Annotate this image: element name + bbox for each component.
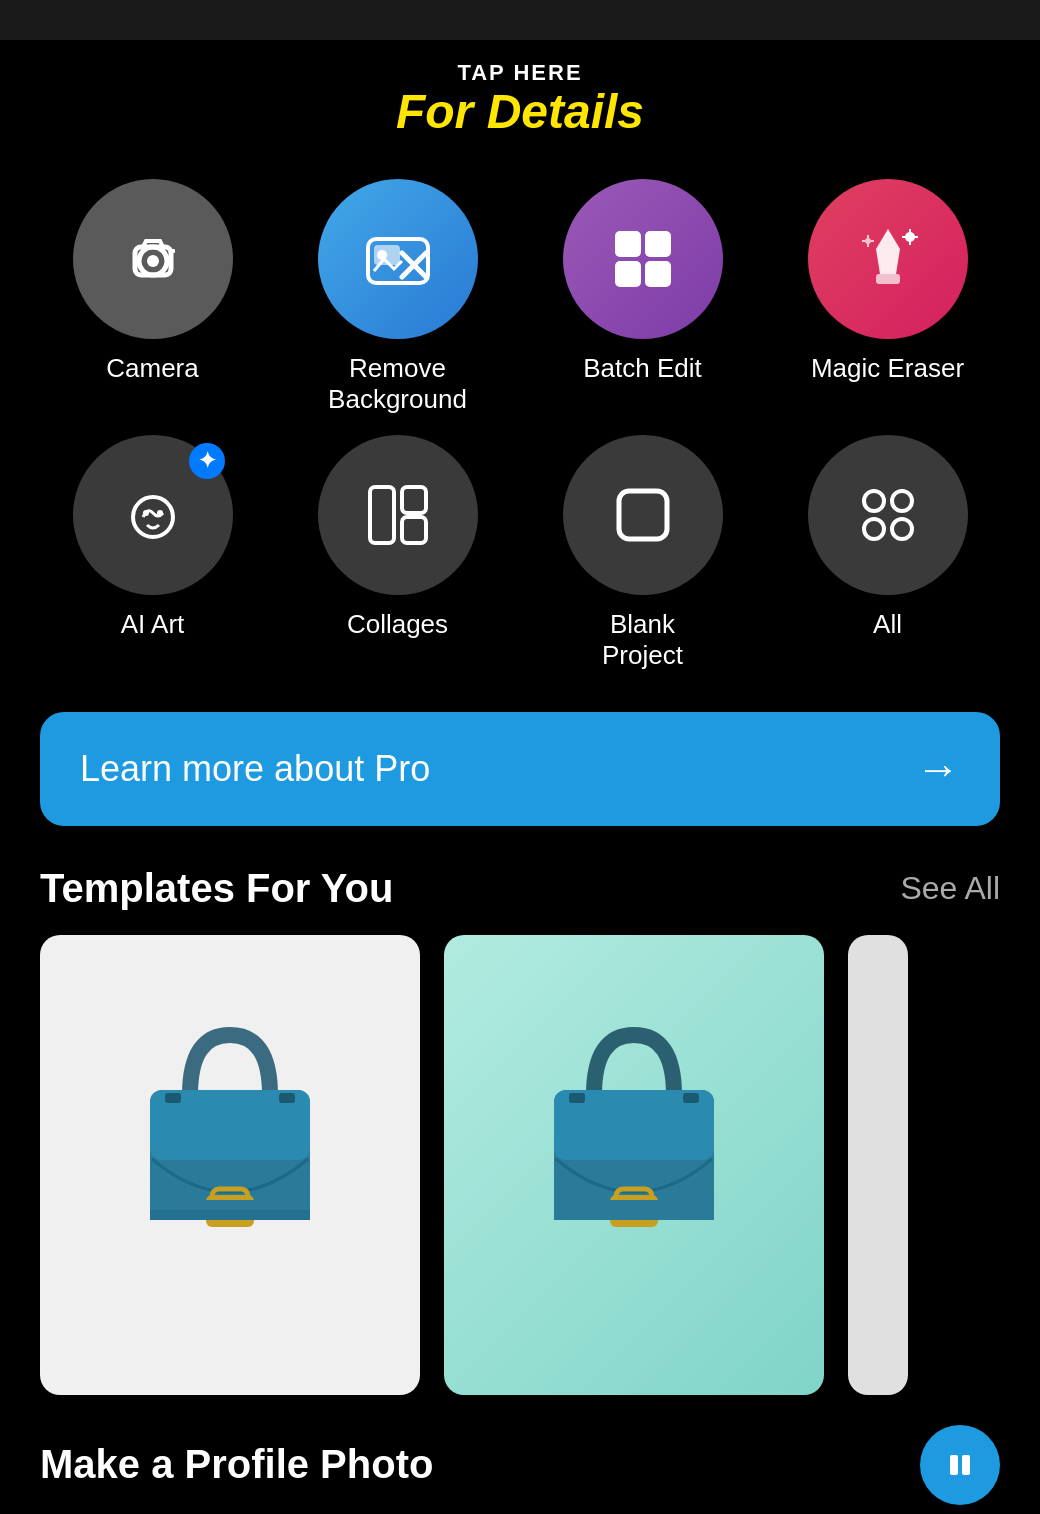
batch-edit-icon (603, 219, 683, 299)
svg-rect-47 (569, 1093, 585, 1103)
svg-rect-29 (619, 491, 667, 539)
svg-point-23 (133, 497, 173, 537)
svg-rect-12 (876, 274, 900, 284)
blank-project-circle (563, 435, 723, 595)
svg-rect-48 (683, 1093, 699, 1103)
svg-rect-40 (165, 1093, 181, 1103)
bag-image-2 (444, 935, 824, 1395)
svg-rect-26 (370, 487, 394, 543)
svg-rect-10 (645, 261, 671, 287)
svg-marker-11 (876, 229, 900, 274)
ai-art-circle: ✦ (73, 435, 233, 595)
svg-point-18 (865, 238, 871, 244)
templates-header: Templates For You See All (40, 866, 1000, 911)
remove-bg-label: Remove Background (328, 353, 467, 415)
pause-icon (942, 1447, 978, 1483)
camera-label: Camera (106, 353, 198, 384)
svg-rect-50 (962, 1455, 970, 1475)
svg-rect-39 (150, 1210, 310, 1220)
svg-point-2 (147, 255, 159, 267)
ai-art-badge: ✦ (189, 443, 225, 479)
svg-rect-41 (279, 1093, 295, 1103)
svg-rect-46 (554, 1200, 714, 1220)
svg-rect-49 (950, 1455, 958, 1475)
svg-point-25 (157, 510, 163, 516)
camera-item[interactable]: Camera (40, 179, 265, 415)
template-card-1[interactable] (40, 935, 420, 1395)
ai-art-item[interactable]: ✦ AI Art (40, 435, 265, 671)
remove-bg-circle (318, 179, 478, 339)
template-card-2[interactable] (444, 935, 824, 1395)
for-details-label: For Details (0, 86, 1040, 139)
learn-pro-button[interactable]: Learn more about Pro → (40, 712, 1000, 826)
top-bar (0, 0, 1040, 40)
ai-art-icon (113, 475, 193, 555)
ai-art-label: AI Art (121, 609, 185, 640)
bag-svg-2 (494, 975, 774, 1355)
make-profile-section: Make a Profile Photo (0, 1395, 1040, 1505)
templates-section: Templates For You See All (0, 846, 1040, 1395)
svg-rect-28 (402, 517, 426, 543)
all-item[interactable]: All (775, 435, 1000, 671)
collages-label: Collages (347, 609, 448, 640)
svg-rect-27 (402, 487, 426, 513)
svg-rect-9 (615, 261, 641, 287)
all-label: All (873, 609, 902, 640)
blank-project-item[interactable]: Blank Project (530, 435, 755, 671)
collages-item[interactable]: Collages (285, 435, 510, 671)
magic-eraser-label: Magic Eraser (811, 353, 964, 384)
remove-bg-item[interactable]: Remove Background (285, 179, 510, 415)
all-icon (848, 475, 928, 555)
batch-edit-item[interactable]: Batch Edit (530, 179, 755, 415)
magic-eraser-item[interactable]: Magic Eraser (775, 179, 1000, 415)
all-circle (808, 435, 968, 595)
tap-here-label: TAP HERE (0, 60, 1040, 86)
templates-title: Templates For You (40, 866, 393, 911)
bag-image-1 (40, 935, 420, 1395)
blank-project-icon (603, 475, 683, 555)
batch-edit-circle (563, 179, 723, 339)
batch-edit-label: Batch Edit (583, 353, 702, 384)
learn-pro-text: Learn more about Pro (80, 748, 430, 790)
svg-point-32 (864, 519, 884, 539)
svg-point-13 (905, 232, 915, 242)
svg-rect-8 (645, 231, 671, 257)
bag-svg-1 (90, 975, 370, 1355)
magic-eraser-circle (808, 179, 968, 339)
make-profile-title: Make a Profile Photo (40, 1442, 433, 1487)
camera-icon (113, 219, 193, 299)
camera-circle (73, 179, 233, 339)
svg-point-24 (143, 510, 149, 516)
svg-point-31 (892, 491, 912, 511)
collages-icon (358, 475, 438, 555)
svg-rect-7 (615, 231, 641, 257)
remove-bg-icon (358, 219, 438, 299)
see-all-button[interactable]: See All (900, 870, 1000, 907)
svg-point-30 (864, 491, 884, 511)
magic-eraser-icon (848, 219, 928, 299)
icons-grid: Camera Remove Background Batch Edi (0, 149, 1040, 692)
collages-circle (318, 435, 478, 595)
template-card-3-partial (848, 935, 908, 1395)
svg-point-33 (892, 519, 912, 539)
learn-pro-arrow-icon: → (916, 744, 960, 794)
floating-action-button[interactable] (920, 1425, 1000, 1505)
svg-rect-3 (169, 249, 175, 253)
templates-row (40, 935, 1000, 1395)
blank-project-label: Blank Project (602, 609, 683, 671)
tap-here-banner[interactable]: TAP HERE For Details (0, 40, 1040, 149)
